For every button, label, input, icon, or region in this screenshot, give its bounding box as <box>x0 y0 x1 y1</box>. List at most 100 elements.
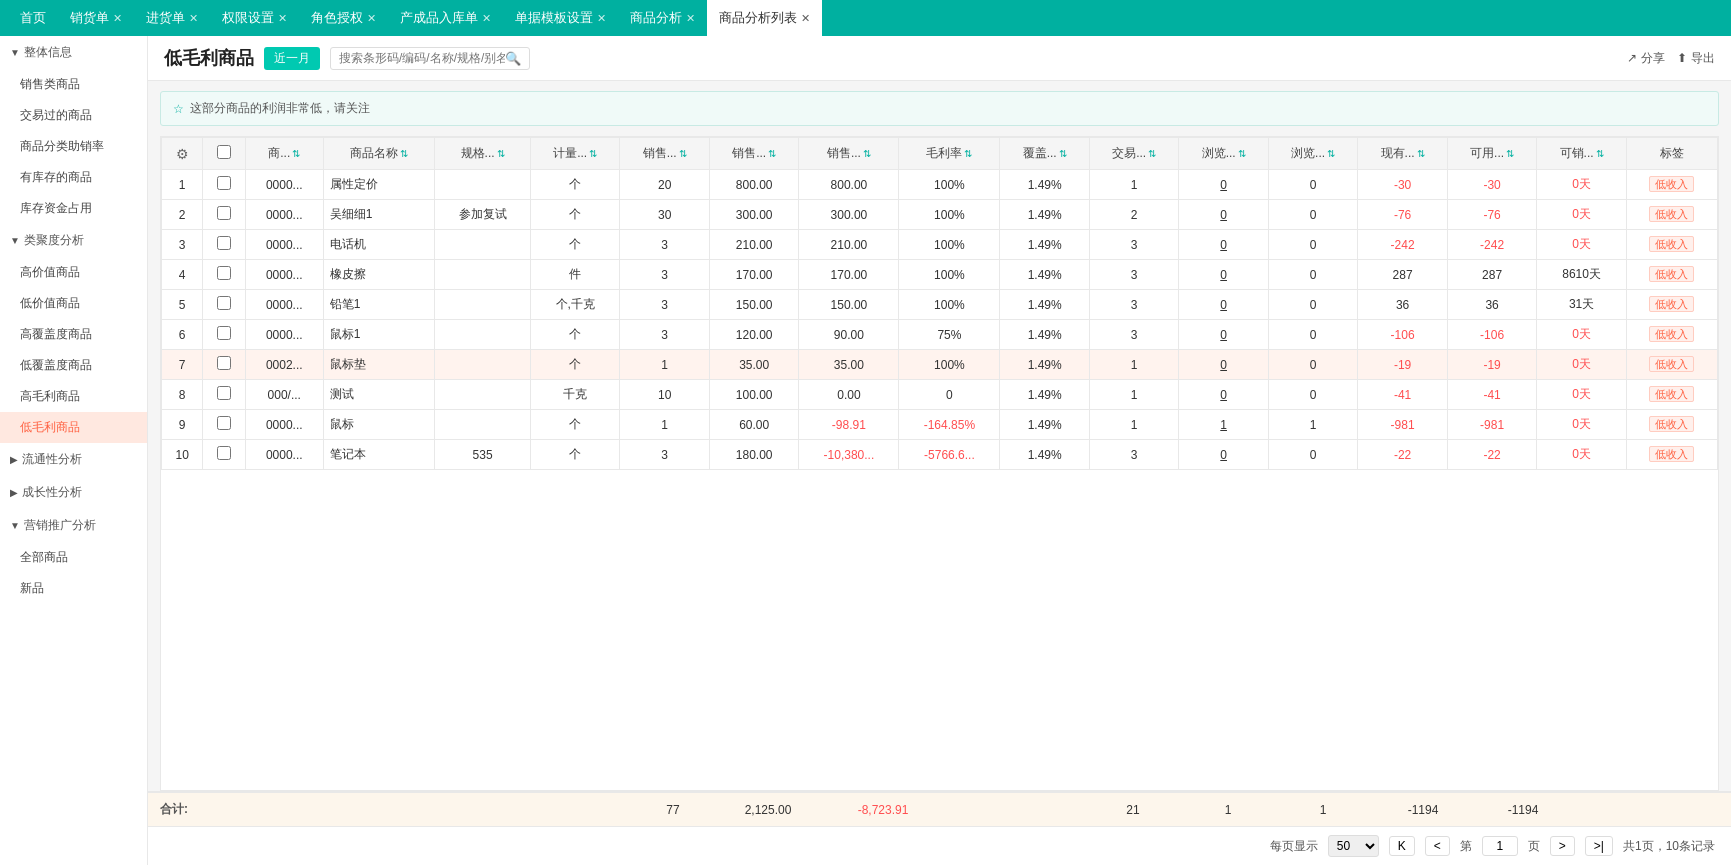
page-number-input[interactable] <box>1482 836 1518 856</box>
sidebar-item-high-margin[interactable]: 高毛利商品 <box>0 381 147 412</box>
row-checkbox[interactable] <box>203 380 245 410</box>
last-page-button[interactable]: >| <box>1585 836 1613 856</box>
close-icon[interactable]: ✕ <box>367 12 376 25</box>
col-code[interactable]: 商...⇅ <box>245 138 323 170</box>
total-profit: -8,723.91 <box>838 803 928 817</box>
row-checkbox[interactable] <box>203 440 245 470</box>
sidebar-item-capital[interactable]: 库存资金占用 <box>0 193 147 224</box>
col-settings[interactable]: ⚙ <box>162 138 203 170</box>
col-name[interactable]: 商品名称⇅ <box>323 138 434 170</box>
row-checkbox[interactable] <box>203 410 245 440</box>
sidebar-item-high-value[interactable]: 高价值商品 <box>0 257 147 288</box>
close-icon[interactable]: ✕ <box>801 12 810 25</box>
top-navigation: 首页 销货单 ✕ 进货单 ✕ 权限设置 ✕ 角色授权 ✕ 产成品入库单 ✕ 单据… <box>0 0 1731 36</box>
nav-permission[interactable]: 权限设置 ✕ <box>210 0 299 36</box>
row-view1[interactable]: 1 <box>1179 410 1268 440</box>
select-all-checkbox[interactable] <box>217 145 231 159</box>
sidebar-section-marketing[interactable]: ▼ 营销推广分析 <box>0 509 147 542</box>
nav-home[interactable]: 首页 <box>8 0 58 36</box>
row-select-checkbox[interactable] <box>217 416 231 430</box>
row-select-checkbox[interactable] <box>217 266 231 280</box>
row-checkbox[interactable] <box>203 320 245 350</box>
row-checkbox[interactable] <box>203 260 245 290</box>
close-icon[interactable]: ✕ <box>189 12 198 25</box>
col-gross-rate[interactable]: 毛利率⇅ <box>899 138 1000 170</box>
row-select-checkbox[interactable] <box>217 356 231 370</box>
close-icon[interactable]: ✕ <box>597 12 606 25</box>
nav-product-analysis-list[interactable]: 商品分析列表 ✕ <box>707 0 822 36</box>
prev-page-button[interactable]: < <box>1425 836 1450 856</box>
col-amount[interactable]: 销售...⇅ <box>709 138 798 170</box>
col-view2[interactable]: 浏览...⇅ <box>1268 138 1357 170</box>
col-profit[interactable]: 销售...⇅ <box>799 138 899 170</box>
first-page-button[interactable]: K <box>1389 836 1415 856</box>
sidebar-section-growth[interactable]: ▶ 成长性分析 <box>0 476 147 509</box>
col-spec[interactable]: 规格...⇅ <box>435 138 531 170</box>
row-code: 0000... <box>245 410 323 440</box>
row-gross-rate: -5766.6... <box>899 440 1000 470</box>
row-view1[interactable]: 0 <box>1179 380 1268 410</box>
row-checkbox[interactable] <box>203 170 245 200</box>
col-unit[interactable]: 计量...⇅ <box>530 138 619 170</box>
nav-purchase[interactable]: 进货单 ✕ <box>134 0 210 36</box>
page-size-select[interactable]: 50 100 200 <box>1328 835 1379 857</box>
sidebar-item-traded-products[interactable]: 交易过的商品 <box>0 100 147 131</box>
col-trade[interactable]: 交易...⇅ <box>1089 138 1178 170</box>
row-select-checkbox[interactable] <box>217 386 231 400</box>
row-checkbox[interactable] <box>203 200 245 230</box>
col-saleable[interactable]: 可销...⇅ <box>1537 138 1626 170</box>
row-view1[interactable]: 0 <box>1179 230 1268 260</box>
row-view1[interactable]: 0 <box>1179 350 1268 380</box>
row-view1[interactable]: 0 <box>1179 440 1268 470</box>
nav-sales[interactable]: 销货单 ✕ <box>58 0 134 36</box>
close-icon[interactable]: ✕ <box>482 12 491 25</box>
export-button[interactable]: ⬆ 导出 <box>1677 50 1715 67</box>
row-select-checkbox[interactable] <box>217 176 231 190</box>
col-view1[interactable]: 浏览...⇅ <box>1179 138 1268 170</box>
nav-template[interactable]: 单据模板设置 ✕ <box>503 0 618 36</box>
nav-product-analysis[interactable]: 商品分析 ✕ <box>618 0 707 36</box>
share-button[interactable]: ↗ 分享 <box>1627 50 1665 67</box>
sidebar-item-low-margin[interactable]: 低毛利商品 <box>0 412 147 443</box>
row-select-checkbox[interactable] <box>217 206 231 220</box>
sidebar-item-low-value[interactable]: 低价值商品 <box>0 288 147 319</box>
close-icon[interactable]: ✕ <box>686 12 695 25</box>
col-tag[interactable]: 标签 <box>1626 138 1717 170</box>
sidebar-item-sales-products[interactable]: 销售类商品 <box>0 69 147 100</box>
search-icon[interactable]: 🔍 <box>505 51 521 66</box>
search-input[interactable] <box>339 51 505 65</box>
row-view1[interactable]: 0 <box>1179 170 1268 200</box>
row-view1[interactable]: 0 <box>1179 290 1268 320</box>
close-icon[interactable]: ✕ <box>113 12 122 25</box>
col-checkbox[interactable] <box>203 138 245 170</box>
period-button[interactable]: 近一月 <box>264 47 320 70</box>
sidebar-item-all-products[interactable]: 全部商品 <box>0 542 147 573</box>
sidebar-section-overall[interactable]: ▼ 整体信息 <box>0 36 147 69</box>
row-view1[interactable]: 0 <box>1179 260 1268 290</box>
row-select-checkbox[interactable] <box>217 326 231 340</box>
row-checkbox[interactable] <box>203 230 245 260</box>
col-coverage[interactable]: 覆盖...⇅ <box>1000 138 1089 170</box>
nav-product-entry[interactable]: 产成品入库单 ✕ <box>388 0 503 36</box>
row-view1[interactable]: 0 <box>1179 200 1268 230</box>
col-qty[interactable]: 销售...⇅ <box>620 138 709 170</box>
col-current[interactable]: 现有...⇅ <box>1358 138 1447 170</box>
sidebar-item-category-rate[interactable]: 商品分类助销率 <box>0 131 147 162</box>
row-select-checkbox[interactable] <box>217 446 231 460</box>
col-available[interactable]: 可用...⇅ <box>1447 138 1536 170</box>
row-select-checkbox[interactable] <box>217 236 231 250</box>
sidebar-item-new-products[interactable]: 新品 <box>0 573 147 604</box>
sidebar-item-stock-products[interactable]: 有库存的商品 <box>0 162 147 193</box>
sidebar-item-high-coverage[interactable]: 高覆盖度商品 <box>0 319 147 350</box>
sidebar-section-liquidity[interactable]: ▶ 流通性分析 <box>0 443 147 476</box>
row-checkbox[interactable] <box>203 290 245 320</box>
close-icon[interactable]: ✕ <box>278 12 287 25</box>
sidebar-section-cluster[interactable]: ▼ 类聚度分析 <box>0 224 147 257</box>
next-page-button[interactable]: > <box>1550 836 1575 856</box>
nav-role[interactable]: 角色授权 ✕ <box>299 0 388 36</box>
sidebar-item-low-coverage[interactable]: 低覆盖度商品 <box>0 350 147 381</box>
row-view1[interactable]: 0 <box>1179 320 1268 350</box>
row-select-checkbox[interactable] <box>217 296 231 310</box>
settings-icon[interactable]: ⚙ <box>176 146 189 162</box>
row-checkbox[interactable] <box>203 350 245 380</box>
